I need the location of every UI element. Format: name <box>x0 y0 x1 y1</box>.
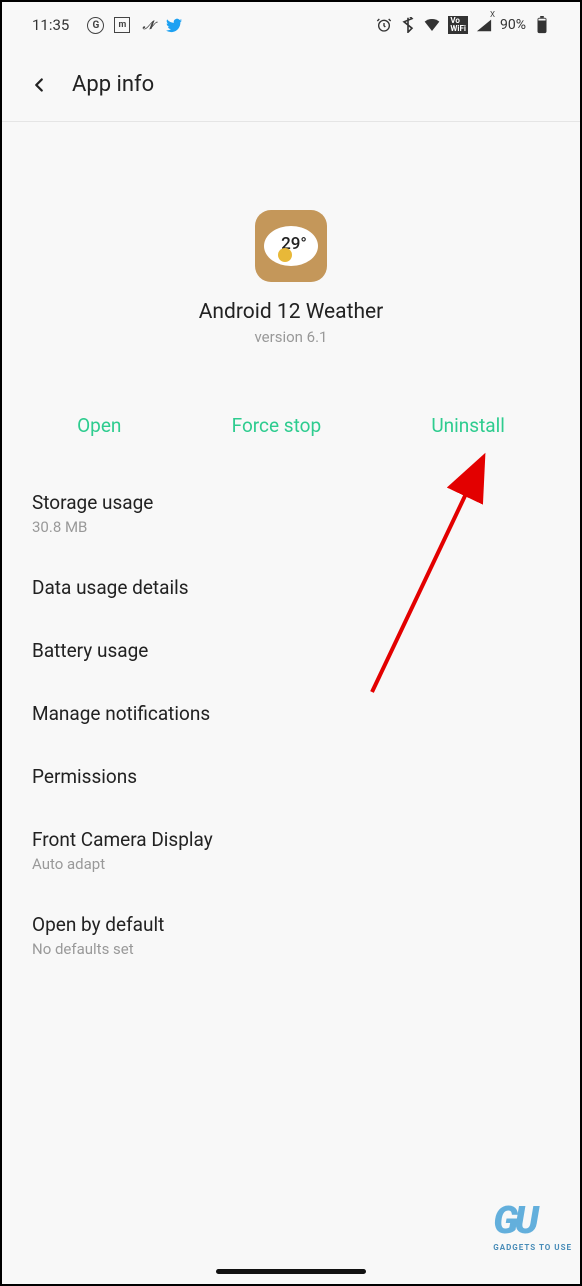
n-icon: 𝒩 <box>140 17 156 33</box>
page-title: App info <box>72 72 154 97</box>
google-icon: G <box>87 17 104 34</box>
back-icon[interactable] <box>28 74 50 96</box>
app-version: version 6.1 <box>255 328 328 346</box>
setting-data-usage[interactable]: Data usage details <box>32 556 550 619</box>
alarm-icon <box>376 17 392 33</box>
setting-storage-usage[interactable]: Storage usage 30.8 MB <box>32 471 550 556</box>
setting-battery-usage[interactable]: Battery usage <box>32 619 550 682</box>
app-icon: 29° <box>255 210 327 282</box>
setting-sub: Auto adapt <box>32 855 550 873</box>
setting-title: Manage notifications <box>32 702 550 725</box>
setting-front-camera[interactable]: Front Camera Display Auto adapt <box>32 808 550 893</box>
bluetooth-icon <box>400 17 416 33</box>
vowifi-icon: VoWiFi <box>448 16 468 34</box>
setting-sub: 30.8 MB <box>32 518 550 536</box>
signal-icon: X <box>476 17 492 33</box>
setting-title: Permissions <box>32 765 550 788</box>
setting-title: Storage usage <box>32 491 550 514</box>
twitter-icon <box>166 17 182 33</box>
status-bar: 11:35 G m 𝒩 VoWiFi X 90% <box>2 2 580 44</box>
setting-permissions[interactable]: Permissions <box>32 745 550 808</box>
app-name: Android 12 Weather <box>199 300 384 324</box>
app-icon-temp: 29° <box>264 226 318 266</box>
watermark: GU GADGETS TO USE <box>493 1199 572 1252</box>
open-button[interactable]: Open <box>77 414 121 437</box>
status-left: 11:35 G m 𝒩 <box>32 16 182 34</box>
uninstall-button[interactable]: Uninstall <box>431 414 505 437</box>
force-stop-button[interactable]: Force stop <box>232 414 321 437</box>
app-header-section: 29° Android 12 Weather version 6.1 <box>2 122 580 380</box>
header-bar: App info <box>2 44 580 121</box>
settings-list: Storage usage 30.8 MB Data usage details… <box>2 471 580 978</box>
wifi-icon <box>424 17 440 33</box>
setting-title: Open by default <box>32 913 550 936</box>
setting-title: Front Camera Display <box>32 828 550 851</box>
battery-percentage: 90% <box>500 17 526 33</box>
setting-title: Data usage details <box>32 576 550 599</box>
setting-sub: No defaults set <box>32 940 550 958</box>
setting-open-by-default[interactable]: Open by default No defaults set <box>32 893 550 978</box>
setting-title: Battery usage <box>32 639 550 662</box>
battery-icon <box>534 17 550 33</box>
status-right: VoWiFi X 90% <box>376 16 550 34</box>
watermark-text: GADGETS TO USE <box>493 1243 572 1252</box>
sun-icon <box>278 248 292 262</box>
action-row: Open Force stop Uninstall <box>2 380 580 471</box>
setting-manage-notifications[interactable]: Manage notifications <box>32 682 550 745</box>
status-time: 11:35 <box>32 16 69 34</box>
nav-bar-indicator[interactable] <box>216 1269 366 1274</box>
watermark-logo: GU <box>493 1199 572 1243</box>
m-icon: m <box>114 17 130 33</box>
